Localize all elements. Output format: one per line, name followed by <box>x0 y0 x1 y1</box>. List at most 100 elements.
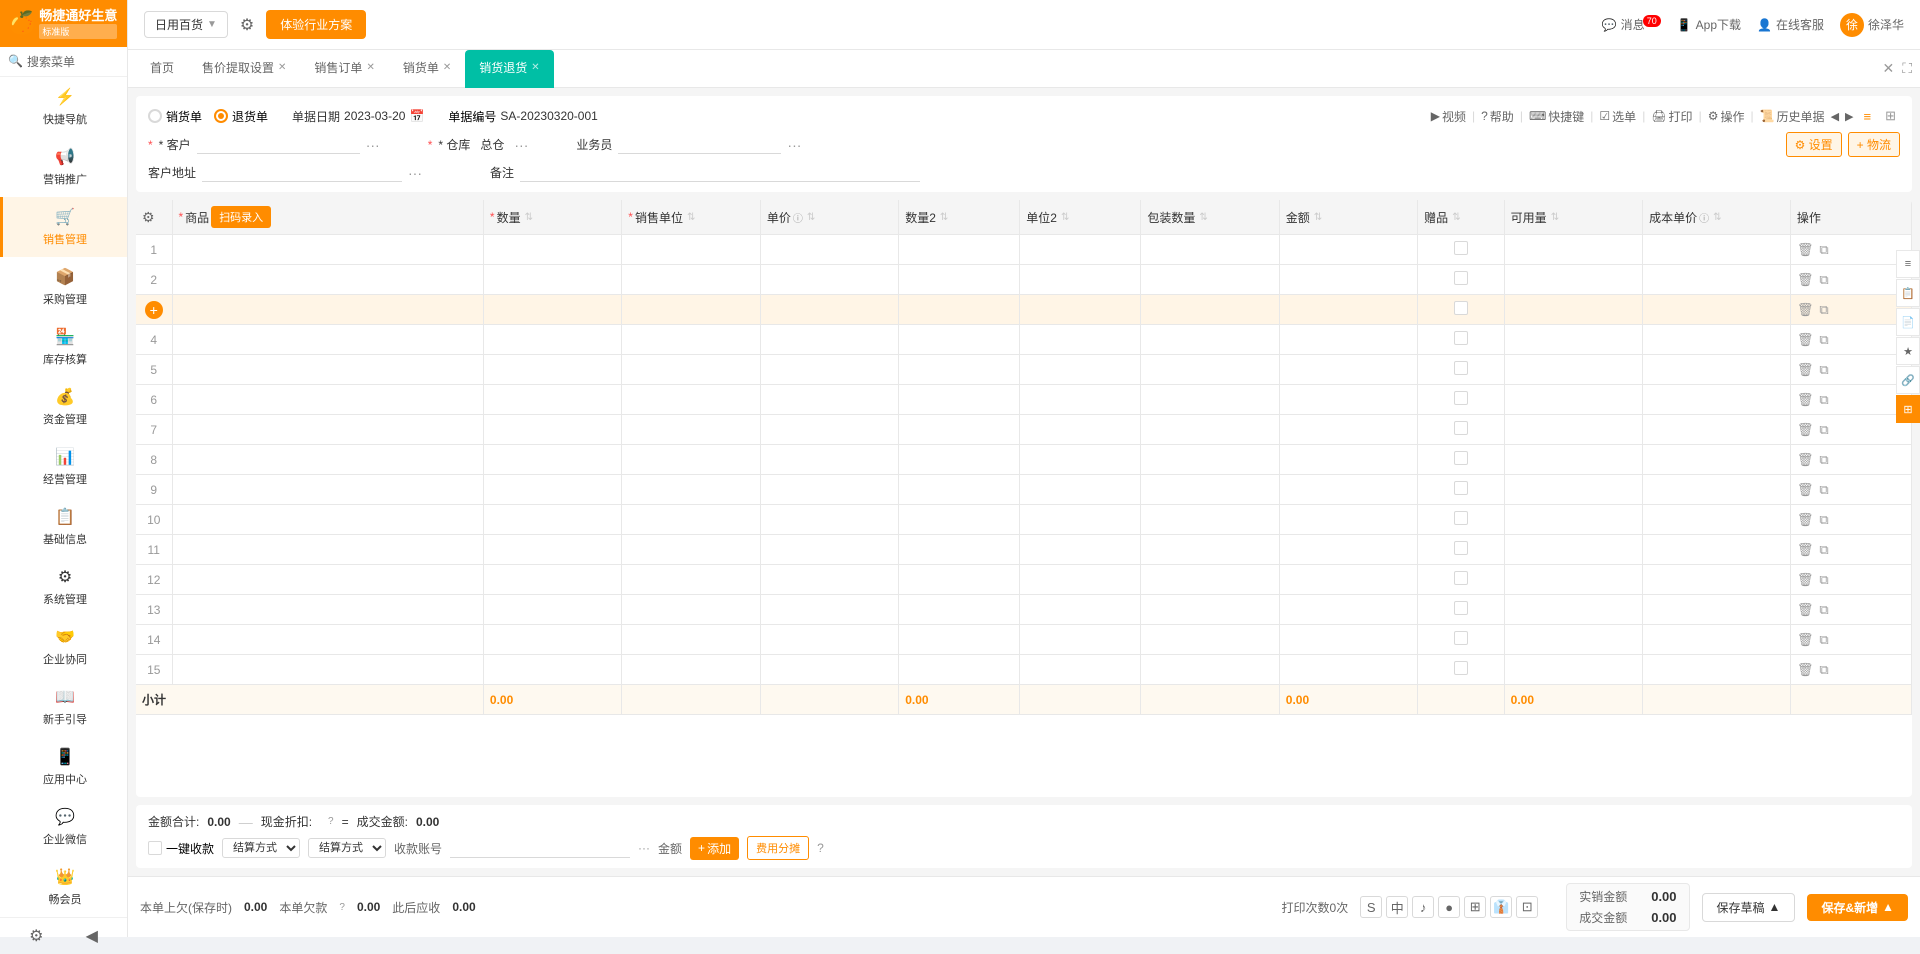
row-pkgqty[interactable] <box>1141 385 1279 415</box>
row-pkgqty[interactable] <box>1141 415 1279 445</box>
row-goods[interactable] <box>172 235 483 265</box>
row-unit[interactable] <box>622 625 761 655</box>
row-pkgqty[interactable] <box>1141 565 1279 595</box>
qty-sort-icon[interactable]: ⇅ <box>525 212 533 223</box>
table-settings-icon[interactable]: ⚙ <box>142 209 155 225</box>
one-click-cb[interactable] <box>148 841 162 855</box>
row-price[interactable] <box>760 235 898 265</box>
settings-btn[interactable]: ⚙ 设置 <box>1786 132 1842 157</box>
row-goods[interactable] <box>172 325 483 355</box>
row-avail[interactable] <box>1504 325 1642 355</box>
row-goods[interactable] <box>172 265 483 295</box>
settings-bottom-icon[interactable]: ⚙ <box>29 926 43 946</box>
sidebar-item-appcenter[interactable]: 📱 应用中心 <box>0 737 127 797</box>
row-gift[interactable] <box>1418 415 1505 445</box>
row-avail[interactable] <box>1504 655 1642 685</box>
row-qty2[interactable] <box>899 445 1020 475</box>
sidebar-item-finance[interactable]: 💰 资金管理 <box>0 377 127 437</box>
copy-icon[interactable]: ⧉ <box>1819 632 1828 648</box>
delete-icon[interactable]: 🗑 <box>1797 632 1814 648</box>
user-avatar[interactable]: 徐 徐泽华 <box>1840 13 1904 37</box>
copy-icon[interactable]: ⧉ <box>1819 332 1828 348</box>
tool-btn-3[interactable]: ♪ <box>1412 896 1434 918</box>
row-price[interactable] <box>760 565 898 595</box>
gift-checkbox[interactable] <box>1454 421 1468 435</box>
copy-icon[interactable]: ⧉ <box>1819 242 1828 258</box>
online-service-btn[interactable]: 👤 在线客服 <box>1757 16 1824 33</box>
row-cost[interactable] <box>1643 265 1791 295</box>
sidebar-item-sales[interactable]: 🛒 销售管理 <box>0 197 127 257</box>
row-cost[interactable] <box>1643 655 1791 685</box>
row-price[interactable] <box>760 445 898 475</box>
add-fee-btn[interactable]: + 添加 <box>690 837 739 860</box>
row-qty2[interactable] <box>899 505 1020 535</box>
row-unit[interactable] <box>622 445 761 475</box>
tabs-maximize-btn[interactable]: ⛶ <box>1902 60 1912 77</box>
staff-input[interactable] <box>618 135 781 154</box>
qty2-sort-icon[interactable]: ⇅ <box>940 212 948 223</box>
row-qty[interactable] <box>483 655 621 685</box>
row-unit[interactable] <box>622 355 761 385</box>
row-gift[interactable] <box>1418 445 1505 475</box>
add-row-btn[interactable]: + <box>145 301 163 319</box>
row-unit[interactable] <box>622 655 761 685</box>
tab-close-icon[interactable]: ✕ <box>366 62 374 73</box>
row-pkgqty[interactable] <box>1141 355 1279 385</box>
row-qty2[interactable] <box>899 625 1020 655</box>
delete-icon[interactable]: 🗑 <box>1797 392 1814 408</box>
experience-btn[interactable]: 体验行业方案 <box>266 10 366 39</box>
row-price[interactable] <box>760 655 898 685</box>
row-unit-active[interactable] <box>622 295 761 325</box>
row-amount[interactable] <box>1279 595 1417 625</box>
copy-icon[interactable]: ⧉ <box>1819 662 1828 678</box>
row-avail[interactable] <box>1504 385 1642 415</box>
row-qty[interactable] <box>483 445 621 475</box>
sidebar-item-enterprise[interactable]: 🤝 企业协同 <box>0 617 127 677</box>
customer-input[interactable] <box>197 135 360 154</box>
row-gift[interactable] <box>1418 385 1505 415</box>
tool-btn-5[interactable]: ⊞ <box>1464 896 1486 918</box>
row-qty[interactable] <box>483 595 621 625</box>
select-link[interactable]: ☑ 选单 <box>1599 108 1636 125</box>
sidebar-search[interactable]: 🔍 搜索菜单 <box>0 47 127 77</box>
row-unit[interactable] <box>622 265 761 295</box>
goods-input-active[interactable] <box>179 303 477 317</box>
right-icon-4[interactable]: ★ <box>1896 337 1920 365</box>
sidebar-item-quicknav[interactable]: ⚡ 快捷导航 <box>0 77 127 137</box>
copy-icon[interactable]: ⧉ <box>1819 482 1828 498</box>
fee-split-btn[interactable]: 费用分摊 <box>747 836 809 860</box>
row-gift-active[interactable] <box>1418 295 1505 325</box>
delete-icon[interactable]: 🗑 <box>1797 452 1814 468</box>
row-pkgqty[interactable] <box>1141 535 1279 565</box>
copy-icon[interactable]: ⧉ <box>1819 362 1828 378</box>
row-amount-active[interactable] <box>1279 295 1417 325</box>
row-avail[interactable] <box>1504 415 1642 445</box>
row-amount[interactable] <box>1279 505 1417 535</box>
prev-icon[interactable]: ◀ <box>1831 110 1839 123</box>
row-avail-active[interactable] <box>1504 295 1642 325</box>
delete-icon[interactable]: 🗑 <box>1797 422 1814 438</box>
remark-input[interactable] <box>520 163 920 182</box>
tab-sales-order[interactable]: 销售订单 ✕ <box>300 50 388 88</box>
row-goods[interactable] <box>172 505 483 535</box>
row-goods[interactable] <box>172 625 483 655</box>
copy-icon[interactable]: ⧉ <box>1819 512 1828 528</box>
row-price[interactable] <box>760 385 898 415</box>
row-gift[interactable] <box>1418 355 1505 385</box>
row-price[interactable] <box>760 535 898 565</box>
tabs-close-btn[interactable]: ✕ <box>1882 60 1894 77</box>
save-new-btn[interactable]: 保存&新增 ▲ <box>1807 894 1908 921</box>
row-price[interactable] <box>760 325 898 355</box>
row-qty2-active[interactable] <box>899 295 1020 325</box>
warehouse-dots-icon[interactable]: ··· <box>514 137 528 153</box>
row-qty[interactable] <box>483 475 621 505</box>
tool-btn-4[interactable]: ● <box>1438 896 1460 918</box>
tab-price-extract[interactable]: 售价提取设置 ✕ <box>188 50 300 88</box>
row-amount[interactable] <box>1279 235 1417 265</box>
row-amount[interactable] <box>1279 535 1417 565</box>
row-cost[interactable] <box>1643 625 1791 655</box>
row-unit2[interactable] <box>1020 325 1141 355</box>
gift-checkbox[interactable] <box>1454 361 1468 375</box>
gift-checkbox[interactable] <box>1454 631 1468 645</box>
row-qty2[interactable] <box>899 325 1020 355</box>
